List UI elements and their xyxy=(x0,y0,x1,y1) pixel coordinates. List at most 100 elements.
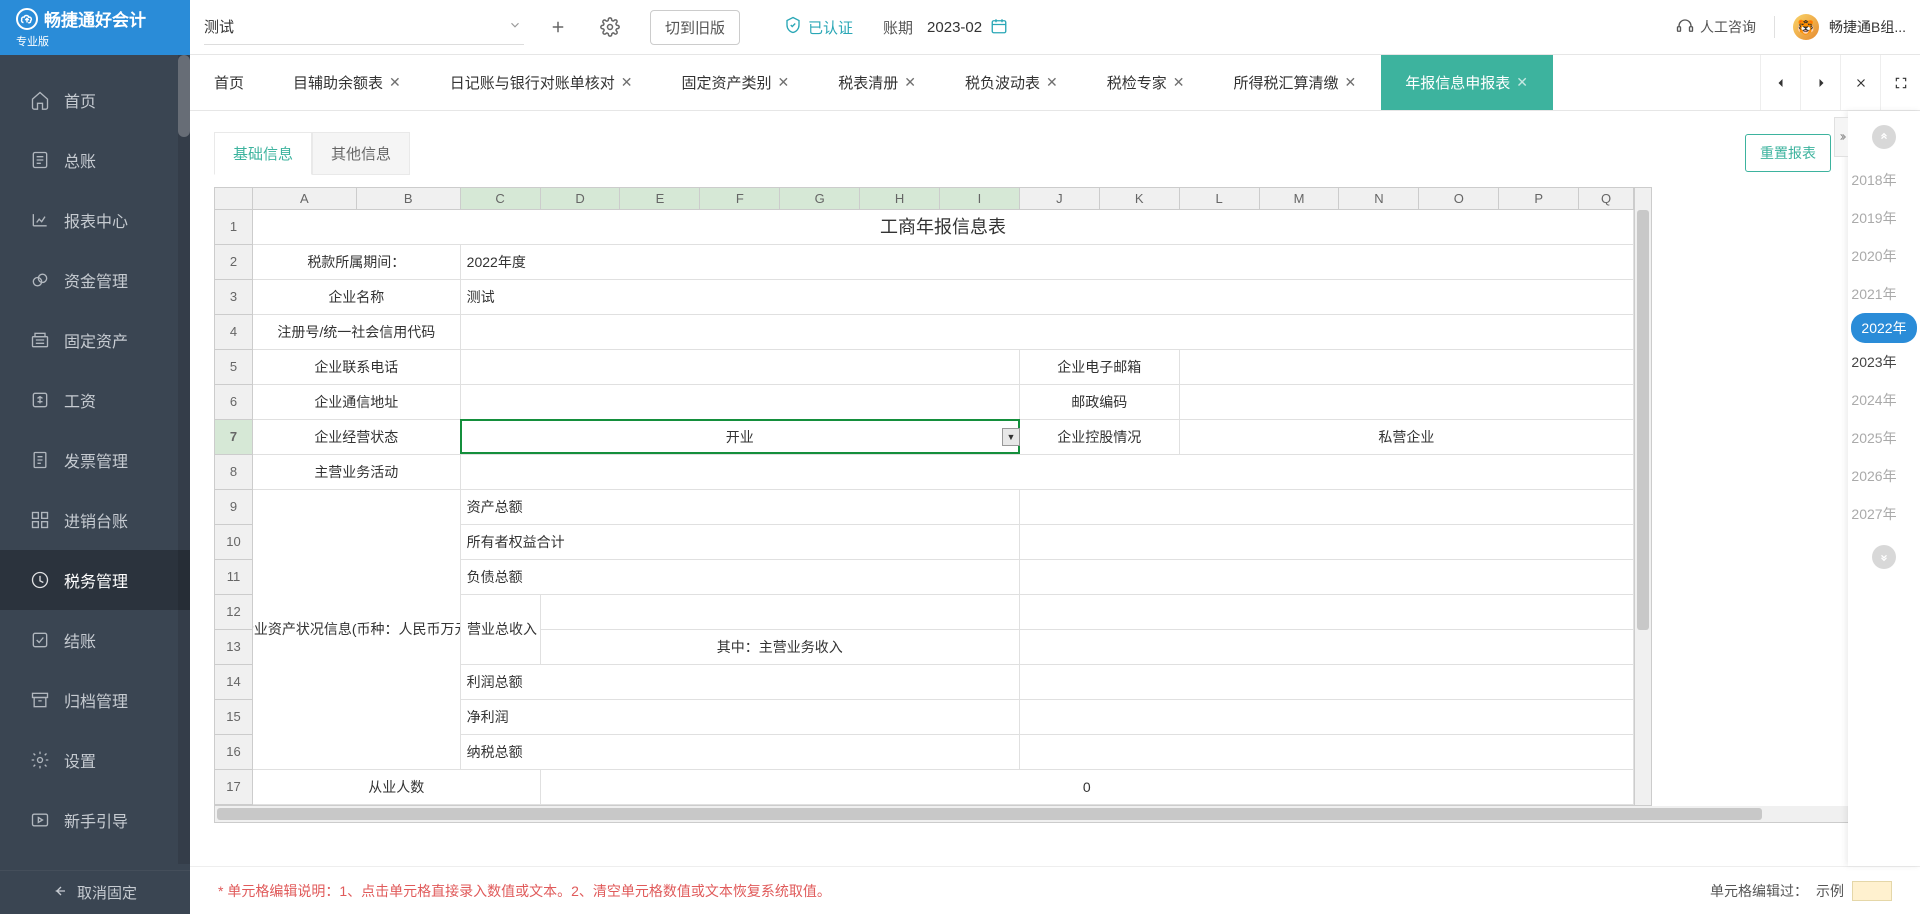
row-header[interactable]: 17 xyxy=(215,770,253,805)
sidebar-item-inventory[interactable]: 进销台账 xyxy=(0,490,190,550)
cell-dropdown-button[interactable]: ▼ xyxy=(1002,428,1020,446)
sidebar-item-assets[interactable]: 固定资产 xyxy=(0,310,190,370)
col-header[interactable]: P xyxy=(1499,188,1579,209)
col-header[interactable]: J xyxy=(1020,188,1100,209)
employees-value[interactable]: 0 xyxy=(541,770,1634,805)
r15-label[interactable]: 净利润 xyxy=(461,700,1020,735)
close-icon[interactable]: ✕ xyxy=(904,74,916,91)
r10-value[interactable] xyxy=(1020,525,1634,560)
calendar-icon[interactable] xyxy=(990,17,1008,38)
row-header[interactable]: 11 xyxy=(215,560,253,595)
year-option[interactable]: 2026年 xyxy=(1851,457,1916,495)
r15-value[interactable] xyxy=(1020,700,1634,735)
sidebar-item-funds[interactable]: 资金管理 xyxy=(0,250,190,310)
close-icon[interactable]: ✕ xyxy=(1345,74,1357,91)
reg-no-value[interactable] xyxy=(461,315,1634,350)
asset-info-block-label[interactable]: 企业资产状况信息(币种：人民币万元) xyxy=(253,490,461,770)
postcode-value[interactable] xyxy=(1180,385,1634,420)
row-header[interactable]: 6 xyxy=(215,385,253,420)
select-all-cell[interactable] xyxy=(215,188,253,209)
close-icon[interactable]: ✕ xyxy=(1173,74,1185,91)
tab-6[interactable]: 税检专家✕ xyxy=(1083,55,1210,110)
email-label[interactable]: 企业电子邮箱 xyxy=(1020,350,1180,385)
row-header[interactable]: 8 xyxy=(215,455,253,490)
tab-8[interactable]: 年报信息申报表✕ xyxy=(1381,55,1553,110)
row-header[interactable]: 4 xyxy=(215,315,253,350)
add-button[interactable] xyxy=(540,9,576,45)
r11-value[interactable] xyxy=(1020,560,1634,595)
sidebar-item-guide[interactable]: 新手引导 xyxy=(0,790,190,850)
sheet-vertical-scrollbar[interactable] xyxy=(1635,187,1652,806)
sidebar-item-home[interactable]: 首页 xyxy=(0,70,190,130)
col-header[interactable]: A xyxy=(253,188,357,209)
org-selector[interactable]: 测试 xyxy=(204,9,524,45)
row-header[interactable]: 7 xyxy=(215,420,253,455)
company-name-value[interactable]: 测试 xyxy=(461,280,1634,315)
sidebar-scrollbar-thumb[interactable] xyxy=(178,55,190,137)
r12-value[interactable] xyxy=(1020,595,1634,630)
year-picker-collapse-button[interactable] xyxy=(1834,117,1848,157)
sidebar-item-archive[interactable]: 归档管理 xyxy=(0,670,190,730)
reg-no-label[interactable]: 注册号/统一社会信用代码 xyxy=(253,315,461,350)
tab-close-button[interactable] xyxy=(1840,55,1880,110)
tab-2[interactable]: 日记账与银行对账单核对✕ xyxy=(426,55,658,110)
row-header[interactable]: 3 xyxy=(215,280,253,315)
sidebar-item-tax[interactable]: 税务管理 xyxy=(0,550,190,610)
row-header[interactable]: 12 xyxy=(215,595,253,630)
row-header[interactable]: 10 xyxy=(215,525,253,560)
year-option[interactable]: 2022年 xyxy=(1851,313,1916,343)
username-label[interactable]: 畅捷通B组... xyxy=(1829,17,1906,37)
year-option[interactable]: 2025年 xyxy=(1851,419,1916,457)
spreadsheet[interactable]: ABCDEFGHIJKLMNOPQ1工商年报信息表2税款所属期间：2022年度3… xyxy=(214,187,1635,806)
subtab-0[interactable]: 基础信息 xyxy=(214,132,312,175)
col-header[interactable]: G xyxy=(780,188,860,209)
tab-fullscreen-button[interactable] xyxy=(1880,55,1920,110)
r9-label[interactable]: 资产总额 xyxy=(461,490,1020,525)
col-header[interactable]: C xyxy=(461,188,541,209)
main-biz-label[interactable]: 主营业务活动 xyxy=(253,455,461,490)
address-label[interactable]: 企业通信地址 xyxy=(253,385,461,420)
tab-scroll-left-button[interactable] xyxy=(1760,55,1800,110)
tab-4[interactable]: 税表清册✕ xyxy=(814,55,941,110)
sidebar-item-invoice[interactable]: 发票管理 xyxy=(0,430,190,490)
col-header[interactable]: N xyxy=(1339,188,1419,209)
col-header[interactable]: F xyxy=(700,188,780,209)
sidebar-item-reports[interactable]: 报表中心 xyxy=(0,190,190,250)
r9-value[interactable] xyxy=(1020,490,1634,525)
row-header[interactable]: 9 xyxy=(215,490,253,525)
sheet-horizontal-scrollbar[interactable] xyxy=(214,806,1879,823)
row-header[interactable]: 5 xyxy=(215,350,253,385)
verified-badge[interactable]: 已认证 xyxy=(784,16,853,38)
tab-1[interactable]: 目辅助余额表✕ xyxy=(269,55,426,110)
period-value[interactable]: 2023-02 xyxy=(927,19,982,36)
company-name-label[interactable]: 企业名称 xyxy=(253,280,461,315)
close-icon[interactable]: ✕ xyxy=(778,74,790,91)
r12-sub[interactable] xyxy=(541,595,1020,630)
r13-value[interactable] xyxy=(1020,630,1634,665)
year-option[interactable]: 2020年 xyxy=(1851,237,1916,275)
row-header[interactable]: 16 xyxy=(215,735,253,770)
sidebar-scrollbar[interactable] xyxy=(178,55,190,864)
address-value[interactable] xyxy=(461,385,1020,420)
period-value-cell[interactable]: 2022年度 xyxy=(461,245,1634,280)
r16-value[interactable] xyxy=(1020,735,1634,770)
year-down-button[interactable] xyxy=(1872,545,1896,569)
col-header[interactable]: E xyxy=(620,188,700,209)
sheet-title[interactable]: 工商年报信息表 xyxy=(253,210,1634,245)
close-icon[interactable]: ✕ xyxy=(1516,74,1528,91)
row-header[interactable]: 2 xyxy=(215,245,253,280)
tab-5[interactable]: 税负波动表✕ xyxy=(941,55,1083,110)
row-header[interactable]: 15 xyxy=(215,700,253,735)
year-option[interactable]: 2019年 xyxy=(1851,199,1916,237)
col-header[interactable]: H xyxy=(860,188,940,209)
year-up-button[interactable] xyxy=(1872,125,1896,149)
avatar[interactable]: 🐯 xyxy=(1793,14,1819,40)
sheet-horizontal-scrollbar-thumb[interactable] xyxy=(217,808,1762,820)
sidebar-item-settings[interactable]: 设置 xyxy=(0,730,190,790)
phone-value[interactable] xyxy=(461,350,1020,385)
r12-merged-label[interactable]: 营业总收入 xyxy=(461,595,541,665)
tab-0[interactable]: 首页 xyxy=(190,55,269,110)
close-icon[interactable]: ✕ xyxy=(1046,74,1058,91)
biz-status-value[interactable]: 开业 xyxy=(461,420,1020,455)
r11-label[interactable]: 负债总额 xyxy=(461,560,1020,595)
